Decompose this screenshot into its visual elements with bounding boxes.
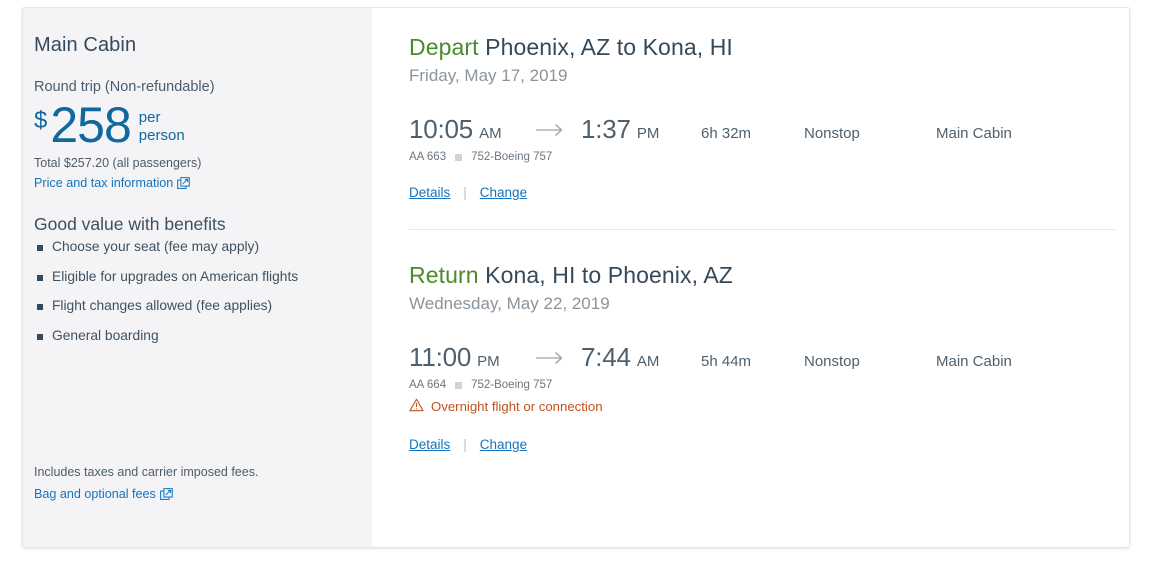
segment-route: Kona, HI to Phoenix, AZ	[485, 262, 733, 288]
external-link-icon	[177, 176, 191, 190]
trip-type-label: Round trip (Non-refundable)	[34, 79, 215, 95]
list-item: Choose your seat (fee may apply)	[34, 239, 372, 256]
details-link[interactable]: Details	[409, 185, 450, 200]
flight-cabin: Main Cabin	[936, 353, 1012, 370]
segment-actions: Details | Change	[409, 185, 1129, 200]
fare-summary-sidebar: Main Cabin Round trip (Non-refundable) $…	[23, 8, 372, 547]
segment-date: Friday, May 17, 2019	[409, 66, 568, 85]
arrival-ampm: PM	[636, 125, 660, 142]
price-unit-line1: per	[138, 109, 161, 126]
flight-meta-row: AA 664 752-Boeing 757	[409, 379, 1129, 391]
arrival-time-group: 7:44 AM	[581, 342, 701, 373]
overnight-warning: Overnight flight or connection	[409, 398, 1129, 415]
action-separator: |	[463, 185, 467, 200]
total-price-label: Total $257.20 (all passengers)	[34, 156, 202, 170]
segment-divider	[409, 229, 1115, 230]
price-unit-line2: person	[138, 126, 185, 144]
currency-symbol: $	[34, 107, 48, 134]
flight-times-row: 10:05 AM 1:37 PM 6h 32m Nonstop Main Cabin	[409, 114, 1129, 145]
arrow-right-icon	[529, 351, 573, 365]
flight-segment-depart: Depart Phoenix, AZ to Kona, HI Friday, M…	[409, 34, 1129, 200]
overnight-warning-label: Overnight flight or connection	[431, 399, 603, 414]
warning-triangle-icon	[409, 398, 424, 415]
change-link[interactable]: Change	[480, 437, 527, 452]
departure-time: 11:00	[409, 342, 472, 372]
details-link[interactable]: Details	[409, 437, 450, 452]
departure-time-group: 10:05 AM	[409, 114, 521, 145]
list-item: Flight changes allowed (fee applies)	[34, 298, 372, 315]
arrival-time-group: 1:37 PM	[581, 114, 701, 145]
flight-stops: Nonstop	[804, 353, 860, 370]
aircraft-type: 752-Boeing 757	[471, 151, 553, 163]
price-and-tax-information-link[interactable]: Price and tax information	[34, 176, 191, 190]
segment-actions: Details | Change	[409, 437, 1129, 452]
list-item: Eligible for upgrades on American flight…	[34, 269, 372, 286]
arrow-right-icon	[529, 123, 573, 137]
benefits-list: Choose your seat (fee may apply) Eligibl…	[34, 239, 372, 344]
meta-separator-square-icon	[455, 153, 463, 161]
departure-ampm: PM	[477, 353, 500, 370]
sidebar-footer: Includes taxes and carrier imposed fees.…	[34, 465, 258, 503]
benefits-title: Good value with benefits	[34, 214, 226, 234]
price-amount: 258	[50, 97, 131, 153]
bag-and-optional-fees-label: Bag and optional fees	[34, 487, 156, 501]
arrival-time: 7:44	[581, 342, 631, 372]
flight-duration: 6h 32m	[701, 125, 752, 142]
meta-separator-square-icon	[455, 381, 463, 389]
price-block: $ 258 per person	[34, 100, 372, 150]
arrival-ampm: AM	[636, 353, 660, 370]
departure-ampm: AM	[479, 125, 502, 142]
flight-number: AA 664	[409, 379, 447, 391]
price-and-tax-information-label: Price and tax information	[34, 176, 174, 190]
segment-date: Wednesday, May 22, 2019	[409, 294, 610, 313]
aircraft-type: 752-Boeing 757	[471, 379, 553, 391]
segment-direction-label: Return	[409, 262, 479, 288]
flight-times-row: 11:00 PM 7:44 AM 5h 44m Nonstop Main Cabin	[409, 342, 1129, 373]
list-item: General boarding	[34, 328, 372, 345]
flight-stops: Nonstop	[804, 125, 860, 142]
departure-time-group: 11:00 PM	[409, 342, 521, 373]
flight-number: AA 663	[409, 151, 447, 163]
departure-time: 10:05	[409, 114, 474, 144]
flight-meta-row: AA 663 752-Boeing 757	[409, 151, 1129, 163]
flight-cabin: Main Cabin	[936, 125, 1012, 142]
itinerary-main-panel: Depart Phoenix, AZ to Kona, HI Friday, M…	[372, 8, 1129, 547]
segment-route: Phoenix, AZ to Kona, HI	[485, 34, 733, 60]
itinerary-card: Main Cabin Round trip (Non-refundable) $…	[22, 7, 1130, 548]
flight-segment-return: Return Kona, HI to Phoenix, AZ Wednesday…	[409, 262, 1129, 452]
segment-heading: Depart Phoenix, AZ to Kona, HI	[409, 34, 1129, 61]
external-link-icon	[159, 487, 173, 501]
segment-heading: Return Kona, HI to Phoenix, AZ	[409, 262, 1129, 289]
action-separator: |	[463, 437, 467, 452]
change-link[interactable]: Change	[480, 185, 527, 200]
arrival-time: 1:37	[581, 114, 631, 144]
taxes-note: Includes taxes and carrier imposed fees.	[34, 465, 259, 479]
segment-direction-label: Depart	[409, 34, 479, 60]
flight-duration: 5h 44m	[701, 353, 752, 370]
price-unit-label: per person	[139, 100, 185, 144]
bag-and-optional-fees-link[interactable]: Bag and optional fees	[34, 487, 173, 501]
cabin-title: Main Cabin	[34, 34, 137, 56]
